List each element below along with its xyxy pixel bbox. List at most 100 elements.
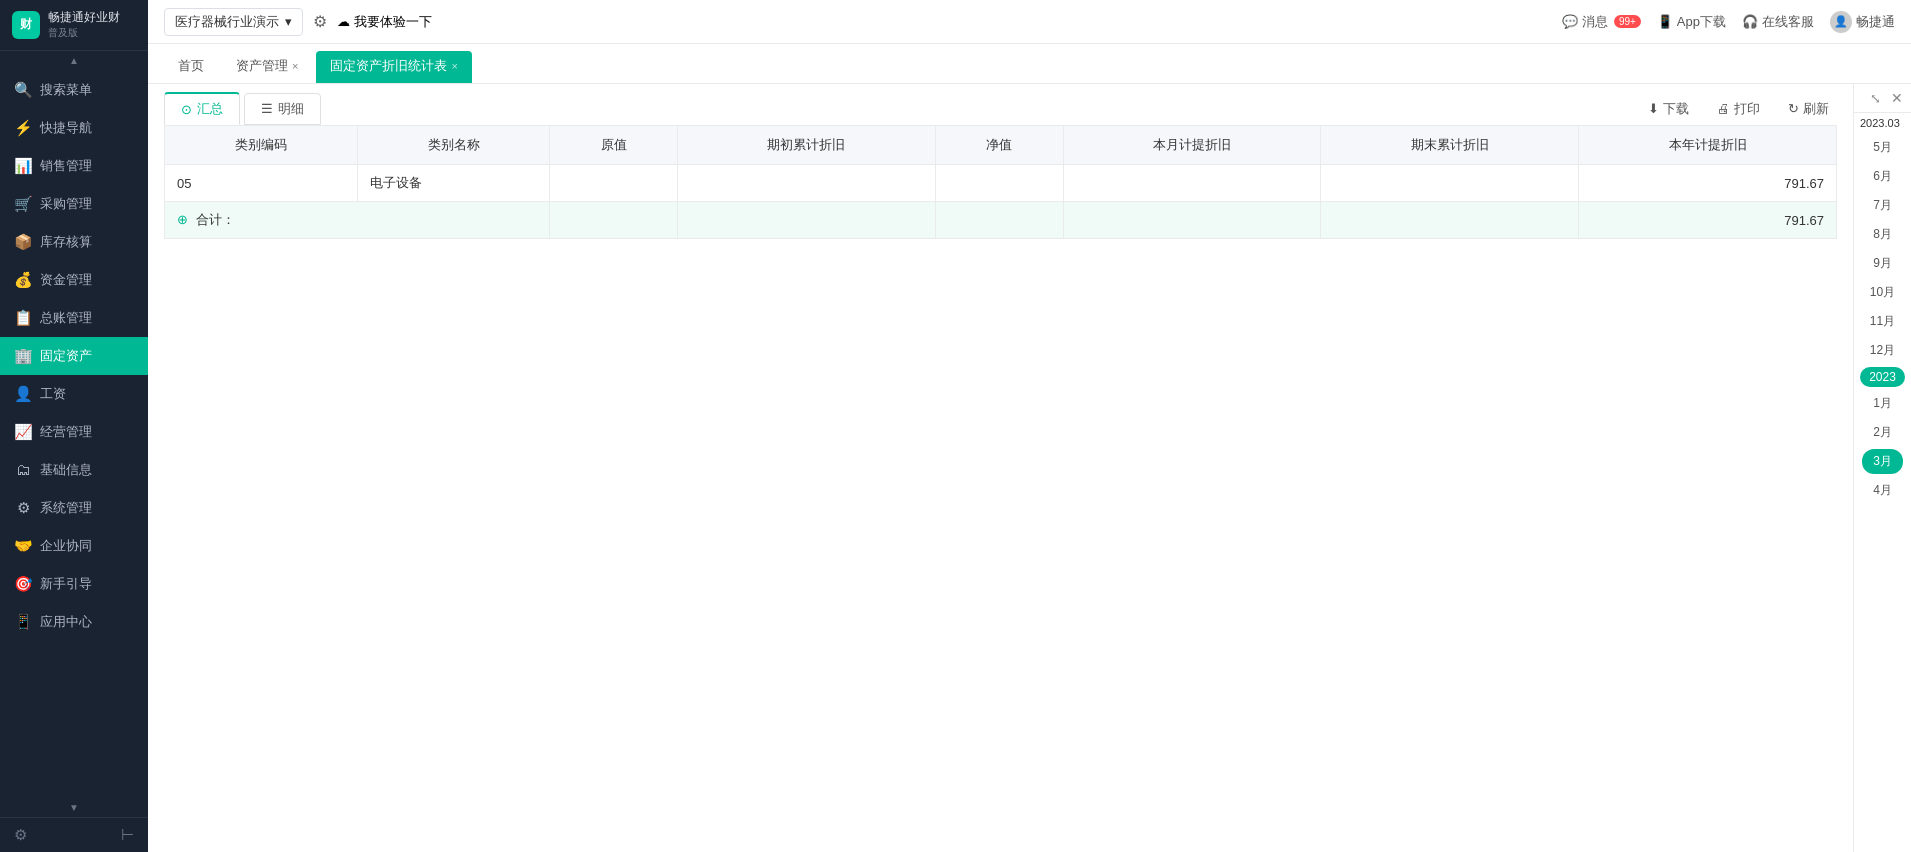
nav-icon-3: 🛒: [14, 195, 32, 213]
right-date-panel: ⤡ ✕ 2023.03 5月6月7月8月9月10月11月12月20231月2月3…: [1853, 84, 1911, 852]
refresh-icon: ↻: [1788, 101, 1799, 116]
tab-home[interactable]: 首页: [164, 51, 218, 83]
settings-button[interactable]: ⚙: [313, 12, 327, 31]
date-item-3[interactable]: 8月: [1854, 220, 1911, 249]
sub-tab-detail[interactable]: ☰ 明细: [244, 93, 321, 125]
service-button[interactable]: 🎧 在线客服: [1742, 13, 1814, 31]
date-item-7[interactable]: 12月: [1854, 336, 1911, 365]
cell-summary-monthly: [1063, 202, 1321, 239]
topbar-left: 医疗器械行业演示 ▾ ⚙ ☁ 我要体验一下: [164, 8, 432, 36]
sidebar-item-9[interactable]: 📈经营管理: [0, 413, 148, 451]
sidebar-scroll-down[interactable]: ▼: [0, 797, 148, 817]
cell-summary-annual: 791.67: [1579, 202, 1837, 239]
panel-expand-button[interactable]: ⤡: [1866, 89, 1885, 108]
summary-icon: ⊙: [181, 102, 192, 117]
sidebar-scroll-up[interactable]: ▲: [0, 51, 148, 71]
download-icon: ⬇: [1648, 101, 1659, 116]
panel-close-button[interactable]: ✕: [1887, 88, 1907, 108]
nav-label-10: 基础信息: [40, 461, 92, 479]
nav-label-7: 固定资产: [40, 347, 92, 365]
sidebar-item-3[interactable]: 🛒 采购管理: [0, 185, 148, 223]
date-item-1[interactable]: 6月: [1854, 162, 1911, 191]
print-button[interactable]: 🖨 打印: [1709, 96, 1768, 122]
table-container: 类别编码 类别名称 原值 期初累计折旧 净值 本月计提折旧 期末累计折旧 本年计…: [148, 125, 1853, 852]
message-badge: 99+: [1614, 15, 1641, 28]
col-monthly: 本月计提折旧: [1063, 126, 1321, 165]
date-item-8[interactable]: 2023: [1860, 367, 1905, 387]
sidebar-item-11[interactable]: ⚙系统管理: [0, 489, 148, 527]
sidebar-item-5[interactable]: 💰资金管理: [0, 261, 148, 299]
date-item-4[interactable]: 9月: [1854, 249, 1911, 278]
settings-icon[interactable]: ⚙: [14, 826, 27, 844]
nav-label-12: 企业协同: [40, 537, 92, 555]
nav-icon-12: 🤝: [14, 537, 32, 555]
nav-icon-4: 📦: [14, 233, 32, 251]
sidebar-item-10[interactable]: 🗂基础信息: [0, 451, 148, 489]
cell-name: 电子设备: [357, 165, 550, 202]
message-button[interactable]: 💬 消息 99+: [1562, 13, 1641, 31]
nav-icon-7: 🏢: [14, 347, 32, 365]
sidebar-header: 财 畅捷通好业财 普及版: [0, 0, 148, 51]
date-item-6[interactable]: 11月: [1854, 307, 1911, 336]
sidebar-item-2[interactable]: 📊销售管理: [0, 147, 148, 185]
content-area: ⊙ 汇总 ☰ 明细 ⬇ 下载 🖨 打印: [148, 84, 1911, 852]
experience-button[interactable]: ☁ 我要体验一下: [337, 13, 432, 31]
sidebar-item-1[interactable]: ⚡快捷导航: [0, 109, 148, 147]
col-name: 类别名称: [357, 126, 550, 165]
app-subtitle: 普及版: [48, 26, 120, 40]
sub-tab-summary[interactable]: ⊙ 汇总: [164, 92, 240, 125]
refresh-button[interactable]: ↻ 刷新: [1780, 96, 1837, 122]
date-item-10[interactable]: 2月: [1854, 418, 1911, 447]
sidebar-item-0[interactable]: 🔍搜索菜单: [0, 71, 148, 109]
nav-icon-6: 📋: [14, 309, 32, 327]
nav-icon-5: 💰: [14, 271, 32, 289]
user-button[interactable]: 👤 畅捷通: [1830, 11, 1895, 33]
message-icon: 💬: [1562, 14, 1578, 29]
table-row: 05 电子设备 791.67: [165, 165, 1837, 202]
cell-monthly: [1063, 165, 1321, 202]
app-logo: 财: [12, 11, 40, 39]
collapse-icon[interactable]: ⊢: [121, 826, 134, 844]
table-header-row: 类别编码 类别名称 原值 期初累计折旧 净值 本月计提折旧 期末累计折旧 本年计…: [165, 126, 1837, 165]
detail-icon: ☰: [261, 101, 273, 116]
avatar-icon: 👤: [1830, 11, 1852, 33]
nav-label-8: 工资: [40, 385, 66, 403]
date-item-2[interactable]: 7月: [1854, 191, 1911, 220]
sidebar-item-6[interactable]: 📋总账管理: [0, 299, 148, 337]
cell-code: 05: [165, 165, 358, 202]
nav-label-3: 采购管理: [40, 195, 92, 213]
download-button[interactable]: ⬇ 下载: [1640, 96, 1697, 122]
cell-summary-original: [550, 202, 678, 239]
cell-net: [935, 165, 1063, 202]
cell-summary-net: [935, 202, 1063, 239]
summary-row: ⊕ 合计： 791.67: [165, 202, 1837, 239]
summary-expand-icon[interactable]: ⊕: [177, 212, 188, 227]
sub-tab-row: ⊙ 汇总 ☰ 明细 ⬇ 下载 🖨 打印: [148, 84, 1853, 125]
sidebar-item-7[interactable]: 🏢 固定资产: [0, 337, 148, 375]
app-title: 畅捷通好业财: [48, 10, 120, 26]
tab-depreciation-close[interactable]: ×: [451, 60, 457, 72]
date-item-11[interactable]: 3月: [1862, 449, 1903, 474]
tab-depreciation-table[interactable]: 固定资产折旧统计表 ×: [316, 51, 471, 83]
sub-tabbar: ⊙ 汇总 ☰ 明细: [164, 92, 321, 125]
tab-asset-close[interactable]: ×: [292, 60, 298, 72]
company-name: 医疗器械行业演示: [175, 13, 279, 31]
date-item-12[interactable]: 4月: [1854, 476, 1911, 505]
sidebar-item-14[interactable]: 📱应用中心: [0, 603, 148, 641]
sidebar-item-4[interactable]: 📦库存核算: [0, 223, 148, 261]
cloud-icon: ☁: [337, 14, 350, 29]
col-code: 类别编码: [165, 126, 358, 165]
cell-summary-initial: [678, 202, 936, 239]
sidebar-item-12[interactable]: 🤝 企业协同: [0, 527, 148, 565]
date-item-5[interactable]: 10月: [1854, 278, 1911, 307]
sidebar-item-8[interactable]: 👤 工资: [0, 375, 148, 413]
date-item-0[interactable]: 5月: [1854, 133, 1911, 162]
topbar: 医疗器械行业演示 ▾ ⚙ ☁ 我要体验一下 💬 消息 99+ 📱 App下载 🎧…: [148, 0, 1911, 44]
col-annual: 本年计提折旧: [1579, 126, 1837, 165]
sidebar-item-13[interactable]: 🎯新手引导: [0, 565, 148, 603]
app-download-button[interactable]: 📱 App下载: [1657, 13, 1726, 31]
tab-asset-management[interactable]: 资产管理 ×: [222, 51, 312, 83]
nav-icon-8: 👤: [14, 385, 32, 403]
company-selector[interactable]: 医疗器械行业演示 ▾: [164, 8, 303, 36]
date-item-9[interactable]: 1月: [1854, 389, 1911, 418]
